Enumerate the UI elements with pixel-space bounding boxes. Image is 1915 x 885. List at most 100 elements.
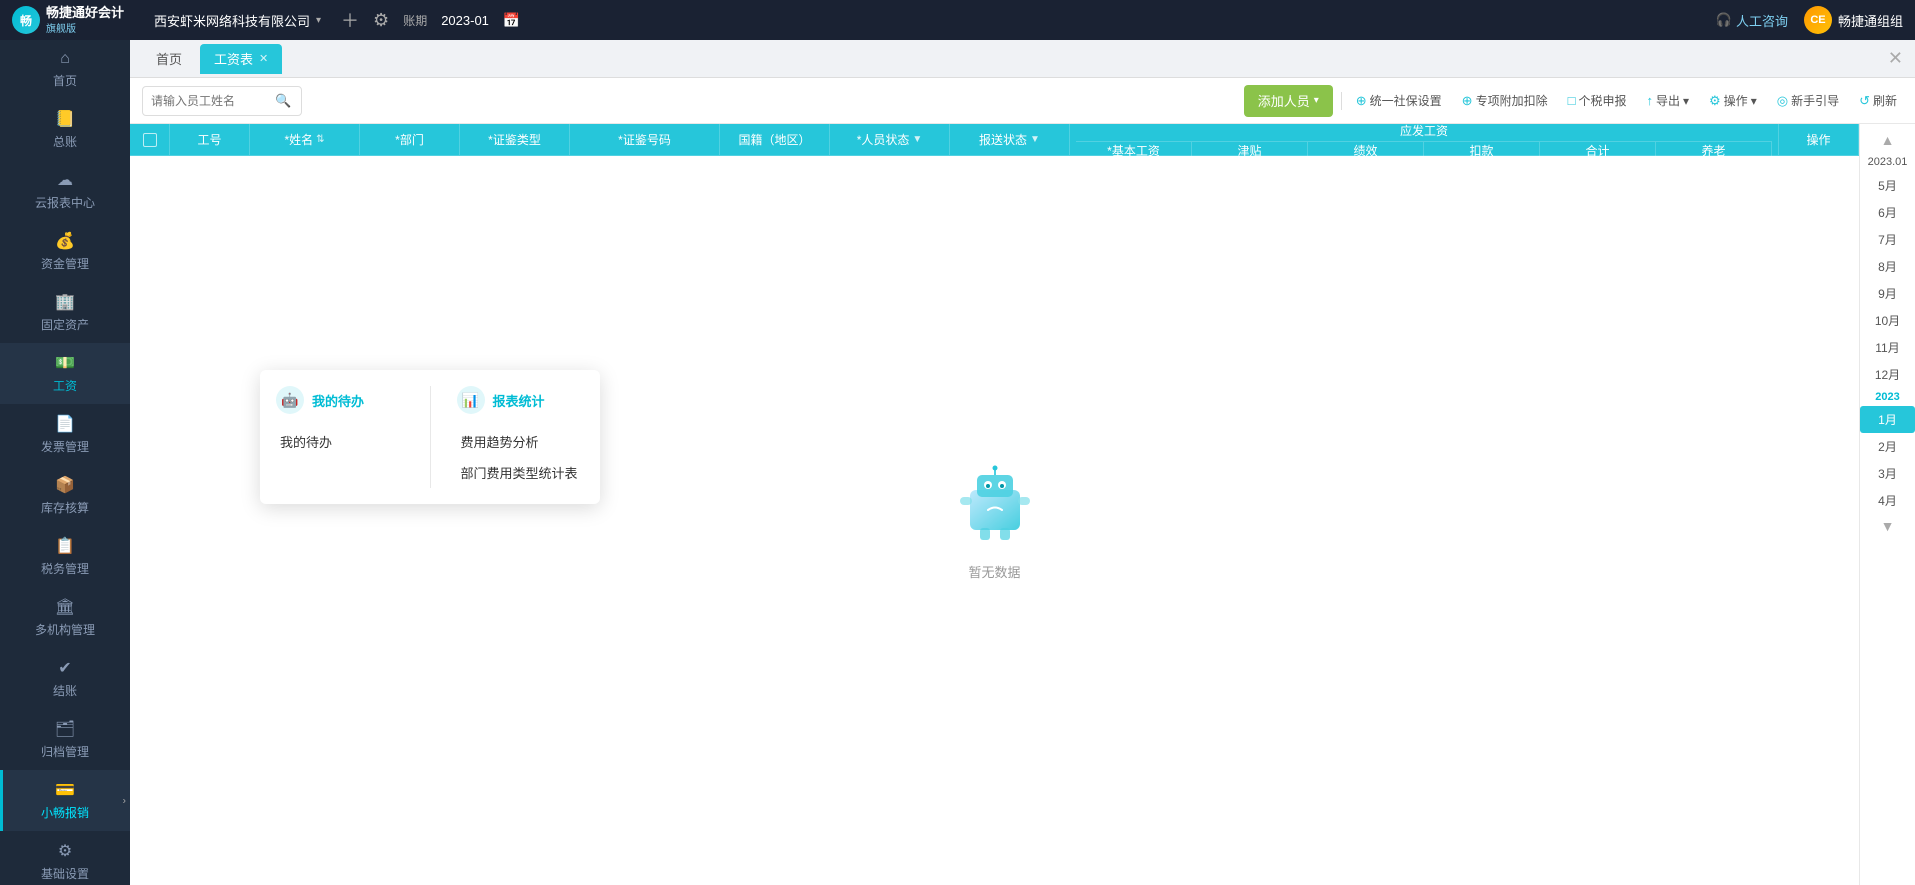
month-nav-up[interactable]: ▲ bbox=[1860, 128, 1915, 152]
add-person-label: 添加人员 bbox=[1258, 91, 1310, 110]
export-action[interactable]: ↑ 导出 ▾ bbox=[1640, 92, 1695, 109]
user-initials: CE bbox=[1810, 14, 1825, 26]
popup-col-my-todo: 🤖 我的待办 我的待办 bbox=[276, 386, 404, 488]
logo-text-wrap: 畅捷通好会计 旗舰版 bbox=[46, 5, 124, 36]
popup-col2-title: 报表统计 bbox=[493, 391, 545, 410]
company-selector[interactable]: 西安虾米网络科技有限公司 ▾ bbox=[142, 11, 333, 30]
th-no: 工号 bbox=[170, 124, 250, 155]
personal-tax-action[interactable]: □ 个税申报 bbox=[1562, 92, 1633, 109]
sidebar-label-fixed-assets: 固定资产 bbox=[41, 316, 89, 333]
month-item-5[interactable]: 5月 bbox=[1860, 172, 1915, 199]
table-body: 暂无数据 bbox=[130, 156, 1859, 885]
settings-button[interactable]: ⚙ bbox=[373, 10, 389, 31]
sidebar-item-multi-org[interactable]: 🏛 多机构管理 bbox=[0, 587, 130, 648]
sidebar-item-cloud-report[interactable]: ☁ 云报表中心 bbox=[0, 160, 130, 221]
operate-action[interactable]: ⚙ 操作 ▾ bbox=[1703, 92, 1763, 109]
month-item-8[interactable]: 8月 bbox=[1860, 253, 1915, 280]
month-item-12[interactable]: 12月 bbox=[1860, 361, 1915, 388]
right-panel: ▲ 2023.01 5月 6月 7月 8月 9月 10月 11月 12月 202… bbox=[1859, 124, 1915, 885]
month-item-4[interactable]: 4月 bbox=[1860, 487, 1915, 514]
sidebar-item-fund[interactable]: 💰 资金管理 bbox=[0, 221, 130, 282]
month-item-9[interactable]: 9月 bbox=[1860, 280, 1915, 307]
th-salary-title: 应发工资 bbox=[1076, 124, 1772, 142]
salary-icon: 💵 bbox=[55, 353, 75, 373]
refresh-icon: ↺ bbox=[1859, 93, 1870, 109]
calendar-icon[interactable]: 📅 bbox=[503, 12, 520, 29]
user-info[interactable]: CE 畅捷通组组 bbox=[1804, 6, 1903, 34]
select-all-checkbox[interactable] bbox=[143, 133, 157, 147]
month-item-2[interactable]: 2月 bbox=[1860, 433, 1915, 460]
sidebar-label-inventory: 库存核算 bbox=[41, 499, 89, 516]
sidebar: ⌂ 首页 📒 总账 ☁ 云报表中心 💰 资金管理 🏢 固定资产 💵 工资 📄 发… bbox=[0, 40, 130, 885]
sidebar-item-basic[interactable]: ⚙ 基础设置 bbox=[0, 831, 130, 885]
add-company-button[interactable]: ＋ bbox=[341, 7, 359, 33]
header-right: 🎧 人工咨询 CE 畅捷通组组 bbox=[1716, 6, 1903, 34]
month-item-6[interactable]: 6月 bbox=[1860, 199, 1915, 226]
month-item-3[interactable]: 3月 bbox=[1860, 460, 1915, 487]
sidebar-label-multi-org: 多机构管理 bbox=[35, 621, 95, 638]
customer-service-button[interactable]: 🎧 人工咨询 bbox=[1716, 11, 1788, 30]
th-dept: *部门 bbox=[360, 124, 460, 155]
invoice-icon: 📄 bbox=[55, 414, 75, 434]
sidebar-item-inventory[interactable]: 📦 库存核算 bbox=[0, 465, 130, 526]
month-nav-down[interactable]: ▼ bbox=[1860, 514, 1915, 538]
sidebar-label-tax: 税务管理 bbox=[41, 560, 89, 577]
sidebar-item-xiaochang[interactable]: 💳 小畅报销 › bbox=[0, 770, 130, 831]
person-status-filter-icon[interactable]: ▼ bbox=[912, 134, 922, 145]
popup-item-expense-trend[interactable]: 费用趋势分析 bbox=[457, 426, 585, 457]
new-guide-action[interactable]: ◎ 新手引导 bbox=[1771, 92, 1845, 109]
personal-tax-icon: □ bbox=[1568, 93, 1576, 108]
popup-divider bbox=[430, 386, 431, 488]
tab-close-icon[interactable]: ✕ bbox=[259, 52, 268, 65]
fund-icon: 💰 bbox=[55, 231, 75, 251]
tab-bar: 首页 工资表 ✕ ✕ bbox=[130, 40, 1915, 78]
th-ops: 操作 bbox=[1779, 124, 1859, 155]
sidebar-item-fixed-assets[interactable]: 🏢 固定资产 bbox=[0, 282, 130, 343]
th-checkbox[interactable] bbox=[130, 124, 170, 155]
close-window-button[interactable]: ✕ bbox=[1888, 48, 1903, 69]
sidebar-item-settle[interactable]: ✔ 结账 bbox=[0, 648, 130, 709]
popup-item-my-todo[interactable]: 我的待办 bbox=[276, 426, 404, 457]
special-deduct-action[interactable]: ⊕ 专项附加扣除 bbox=[1456, 92, 1554, 109]
operate-arrow-icon: ▾ bbox=[1751, 94, 1757, 108]
tab-salary-table[interactable]: 工资表 ✕ bbox=[200, 44, 282, 74]
sidebar-item-ledger[interactable]: 📒 总账 bbox=[0, 99, 130, 160]
export-arrow-icon: ▾ bbox=[1683, 94, 1689, 108]
send-status-filter-icon[interactable]: ▼ bbox=[1030, 134, 1040, 145]
refresh-action[interactable]: ↺ 刷新 bbox=[1853, 92, 1903, 109]
avatar: CE bbox=[1804, 6, 1832, 34]
main-layout: ⌂ 首页 📒 总账 ☁ 云报表中心 💰 资金管理 🏢 固定资产 💵 工资 📄 发… bbox=[0, 40, 1915, 885]
sidebar-item-salary[interactable]: 💵 工资 bbox=[0, 343, 130, 404]
month-item-7[interactable]: 7月 bbox=[1860, 226, 1915, 253]
headset-icon: 🎧 bbox=[1716, 12, 1732, 28]
settle-icon: ✔ bbox=[58, 658, 71, 678]
table-main: 工号 *姓名 ⇅ *部门 *证鉴类型 *证鉴号码 bbox=[130, 124, 1859, 885]
popup-item-dept-expense[interactable]: 部门费用类型统计表 bbox=[457, 457, 585, 488]
tab-home[interactable]: 首页 bbox=[142, 44, 196, 74]
name-sort-icon[interactable]: ⇅ bbox=[316, 134, 324, 145]
search-wrap: 🔍 bbox=[142, 86, 302, 116]
th-nation: 国籍（地区） bbox=[720, 124, 830, 155]
empty-icon bbox=[950, 460, 1040, 550]
search-input[interactable] bbox=[151, 94, 271, 108]
table-header: 工号 *姓名 ⇅ *部门 *证鉴类型 *证鉴号码 bbox=[130, 124, 1859, 156]
sidebar-label-settle: 结账 bbox=[53, 682, 77, 699]
sidebar-item-invoice[interactable]: 📄 发票管理 bbox=[0, 404, 130, 465]
sidebar-item-archive[interactable]: 🗂 归档管理 bbox=[0, 709, 130, 770]
sidebar-label-basic: 基础设置 bbox=[41, 865, 89, 882]
search-icon: 🔍 bbox=[275, 93, 291, 109]
th-cert-type: *证鉴类型 bbox=[460, 124, 570, 155]
sidebar-label-fund: 资金管理 bbox=[41, 255, 89, 272]
add-person-button[interactable]: 添加人员 ▾ bbox=[1244, 85, 1333, 117]
month-item-11[interactable]: 11月 bbox=[1860, 334, 1915, 361]
xiaochang-icon: 💳 bbox=[55, 780, 75, 800]
table-header-row1: 工号 *姓名 ⇅ *部门 *证鉴类型 *证鉴号码 bbox=[130, 124, 1859, 156]
month-item-1[interactable]: 1月 bbox=[1860, 406, 1915, 433]
sidebar-item-tax[interactable]: 📋 税务管理 bbox=[0, 526, 130, 587]
empty-illustration bbox=[955, 465, 1035, 545]
sidebar-item-home[interactable]: ⌂ 首页 bbox=[0, 40, 130, 99]
social-insurance-action[interactable]: ⊕ 统一社保设置 bbox=[1350, 92, 1448, 109]
month-item-10[interactable]: 10月 bbox=[1860, 307, 1915, 334]
sidebar-label-cloud: 云报表中心 bbox=[35, 194, 95, 211]
multi-org-icon: 🏛 bbox=[55, 597, 75, 617]
